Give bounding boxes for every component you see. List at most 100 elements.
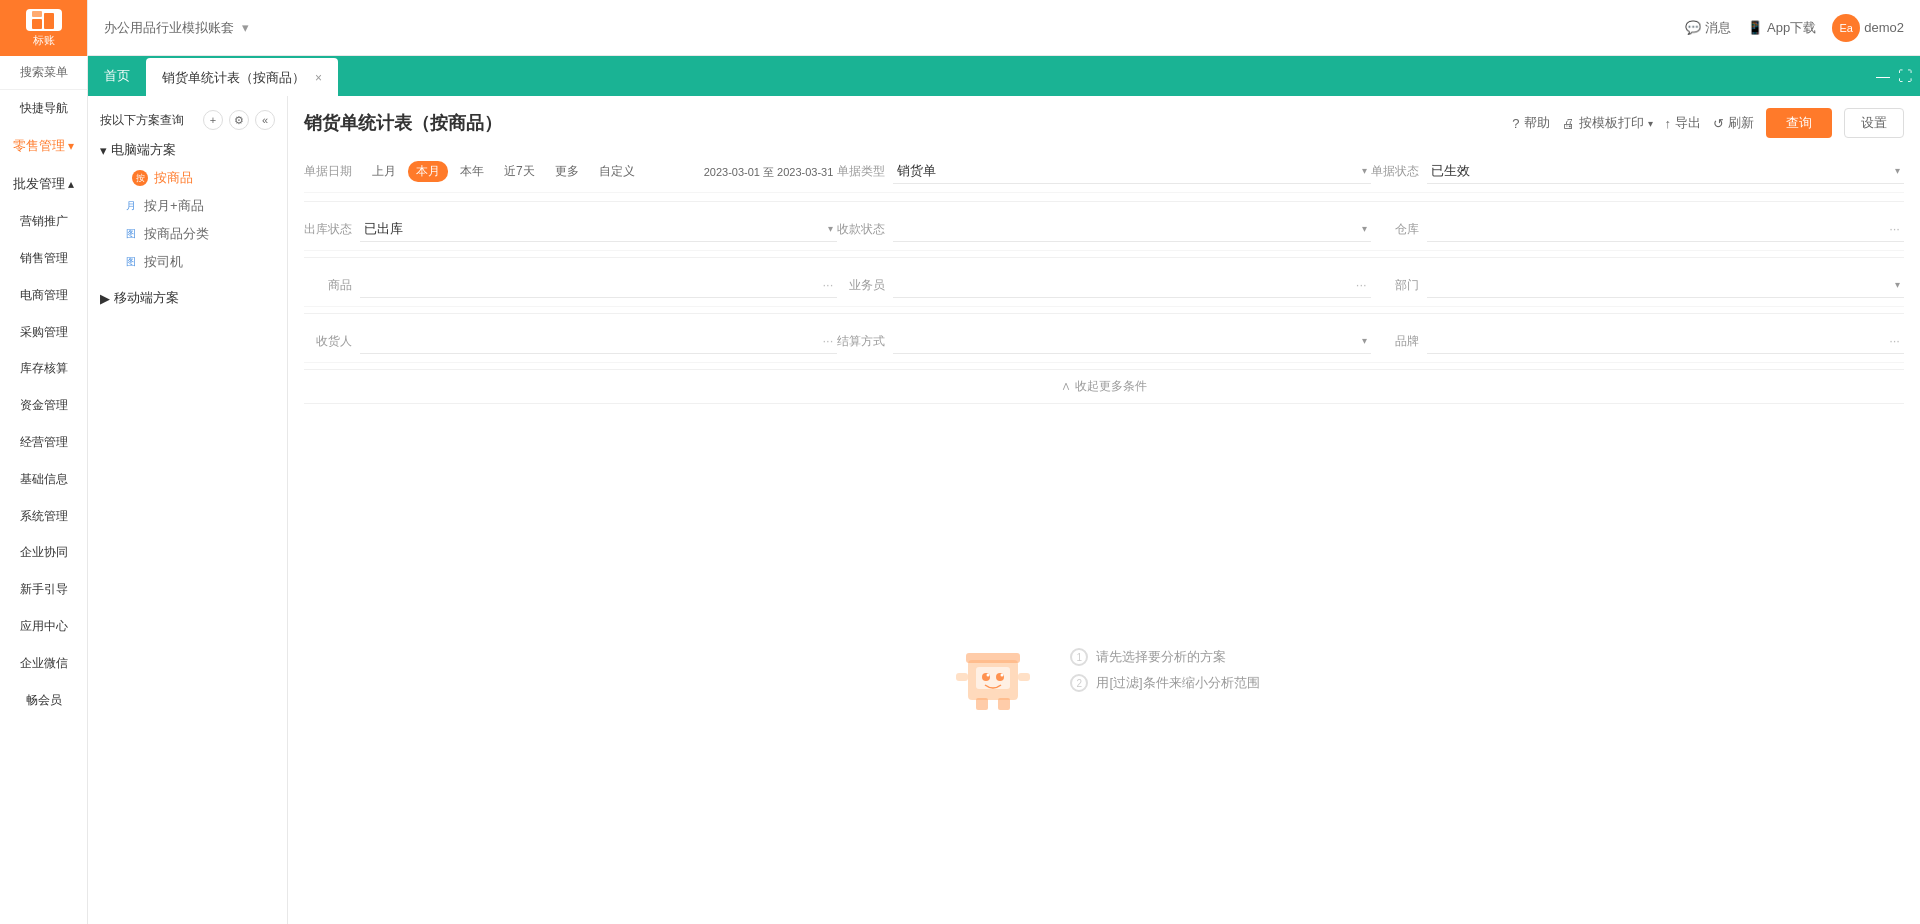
- page-title: 销货单统计表（按商品）: [304, 111, 502, 135]
- tree-item-month-goods[interactable]: 月 按月+商品: [116, 192, 287, 220]
- tab-home[interactable]: 首页: [88, 56, 146, 96]
- out-status-control[interactable]: 已出库 ▾: [360, 216, 837, 242]
- brand-control[interactable]: ···: [1427, 328, 1904, 354]
- tree-item-by-goods[interactable]: 按 按商品: [116, 164, 287, 192]
- doc-status-label: 单据状态: [1371, 163, 1427, 180]
- sidebar-item-basic[interactable]: 基础信息: [0, 461, 87, 498]
- print-icon: 🖨: [1562, 116, 1575, 131]
- refresh-btn[interactable]: ↺ 刷新: [1713, 114, 1754, 132]
- staff-label: 业务员: [837, 277, 893, 294]
- filter-area: 单据日期 上月 本月 本年 近7天 更多 自定义 2023-03-01 至 20…: [288, 138, 1920, 416]
- sidebar-item-ecommerce[interactable]: 电商管理: [0, 277, 87, 314]
- sidebar-item-inventory[interactable]: 库存核算: [0, 350, 87, 387]
- sidebar-item-marketing[interactable]: 营销推广: [0, 203, 87, 240]
- sidebar-item-sales[interactable]: 销售管理: [0, 240, 87, 277]
- collapse-panel-btn[interactable]: «: [255, 110, 275, 130]
- goods-control[interactable]: ···: [360, 272, 837, 298]
- filter-dept: 部门 ▾: [1371, 264, 1904, 307]
- empty-illustration: [948, 625, 1038, 715]
- dept-label: 部门: [1371, 277, 1427, 294]
- filter-date: 单据日期 上月 本月 本年 近7天 更多 自定义 2023-03-01 至 20…: [304, 150, 837, 193]
- dept-control[interactable]: ▾: [1427, 272, 1904, 298]
- message-icon: 💬: [1685, 20, 1701, 35]
- user-avatar: Ea: [1832, 14, 1860, 42]
- help-btn[interactable]: ? 帮助: [1512, 114, 1549, 132]
- sidebar-item-enterprise[interactable]: 企业协同: [0, 534, 87, 571]
- sidebar-item-wholesale[interactable]: 批发管理 ▴: [0, 165, 87, 203]
- main-area: 办公用品行业模拟账套 ▾ 💬 消息 📱 App下载 Ea demo2 首页 销货…: [88, 0, 1920, 924]
- export-btn[interactable]: ↑ 导出: [1665, 114, 1702, 132]
- filter-out-status: 出库状态 已出库 ▾: [304, 208, 837, 251]
- filter-warehouse: 仓库 ···: [1371, 208, 1904, 251]
- date-tab-thisyear[interactable]: 本年: [452, 161, 492, 182]
- sidebar-item-purchase[interactable]: 采购管理: [0, 314, 87, 351]
- payment-control[interactable]: ▾: [893, 328, 1370, 354]
- print-btn[interactable]: 🖨 按模板打印 ▾: [1562, 114, 1653, 132]
- date-tab-lastmonth[interactable]: 上月: [364, 161, 404, 182]
- tree-item-driver[interactable]: 图 按司机: [116, 248, 287, 276]
- message-btn[interactable]: 💬 消息: [1685, 19, 1731, 37]
- tree-mobile-section[interactable]: ▶ 移动端方案: [88, 284, 287, 312]
- empty-step2: 2 用[过滤]条件来缩小分析范围: [1070, 674, 1259, 692]
- filter-doc-type: 单据类型 销货单 ▾: [837, 150, 1370, 193]
- sidebar-item-vip[interactable]: 畅会员: [0, 682, 87, 719]
- recv-status-control[interactable]: ▾: [893, 216, 1370, 242]
- sidebar-item-system[interactable]: 系统管理: [0, 498, 87, 535]
- date-tab-7days[interactable]: 近7天: [496, 161, 543, 182]
- tree-pc-items: 按 按商品 月 按月+商品 图 按商品分类 图 按司机: [88, 164, 287, 276]
- sidebar-item-management[interactable]: 经营管理: [0, 424, 87, 461]
- receiver-control[interactable]: ···: [360, 328, 837, 354]
- staff-control[interactable]: ···: [893, 272, 1370, 298]
- page-actions: ? 帮助 🖨 按模板打印 ▾ ↑ 导出 ↺ 刷新: [1512, 108, 1904, 138]
- top-header: 办公用品行业模拟账套 ▾ 💬 消息 📱 App下载 Ea demo2: [88, 0, 1920, 56]
- date-tab-more[interactable]: 更多: [547, 161, 587, 182]
- recv-status-arrow-icon: ▾: [1362, 223, 1367, 234]
- tab-close-btn[interactable]: ×: [315, 71, 322, 85]
- tree-pc-section[interactable]: ▾ 电脑端方案: [88, 136, 287, 164]
- receiver-dots-icon: ···: [822, 333, 833, 348]
- doc-type-control[interactable]: 销货单 ▾: [893, 158, 1370, 184]
- sidebar-item-appcenter[interactable]: 应用中心: [0, 608, 87, 645]
- settings-btn[interactable]: 设置: [1844, 108, 1904, 138]
- sidebar-item-newuser[interactable]: 新手引导: [0, 571, 87, 608]
- tab-maximize-btn[interactable]: ⛶: [1898, 68, 1912, 84]
- empty-step1: 1 请先选择要分析的方案: [1070, 648, 1226, 666]
- warehouse-control[interactable]: ···: [1427, 216, 1904, 242]
- sidebar-item-wechat[interactable]: 企业微信: [0, 645, 87, 682]
- sidebar-item-retail[interactable]: 零售管理 ▾: [0, 127, 87, 165]
- tree-item-category[interactable]: 图 按商品分类: [116, 220, 287, 248]
- recv-status-label: 收款状态: [837, 221, 893, 238]
- app-download-btn[interactable]: 📱 App下载: [1747, 19, 1816, 37]
- tab-minimize-btn[interactable]: —: [1876, 68, 1890, 84]
- dropdown-arrow-icon[interactable]: ▾: [242, 20, 249, 35]
- user-menu[interactable]: Ea demo2: [1832, 14, 1904, 42]
- date-tab-custom[interactable]: 自定义: [591, 161, 643, 182]
- brand-label: 品牌: [1371, 333, 1427, 350]
- query-btn[interactable]: 查询: [1766, 108, 1832, 138]
- receiver-label: 收货人: [304, 333, 360, 350]
- filter-recv-status: 收款状态 ▾: [837, 208, 1370, 251]
- svg-rect-4: [976, 667, 1010, 689]
- panel-actions: + ⚙ «: [203, 110, 275, 130]
- add-scheme-btn[interactable]: +: [203, 110, 223, 130]
- collapse-filters-btn[interactable]: ∧ 收起更多条件: [304, 370, 1904, 404]
- payment-arrow-icon: ▾: [1362, 335, 1367, 346]
- settings-scheme-btn[interactable]: ⚙: [229, 110, 249, 130]
- date-label: 单据日期: [304, 163, 360, 180]
- doc-status-control[interactable]: 已生效 ▾: [1427, 158, 1904, 184]
- filter-receiver: 收货人 ···: [304, 320, 837, 363]
- tree-mobile-expand-icon: ▶: [100, 291, 110, 306]
- header-left: 办公用品行业模拟账套 ▾: [104, 19, 249, 37]
- sidebar-item-finance[interactable]: 资金管理: [0, 387, 87, 424]
- warehouse-label: 仓库: [1371, 221, 1427, 238]
- filter-staff: 业务员 ···: [837, 264, 1370, 307]
- tab-active[interactable]: 销货单统计表（按商品） ×: [146, 58, 338, 98]
- print-dropdown-icon: ▾: [1648, 118, 1653, 129]
- sub-icon-month: 月: [124, 199, 138, 213]
- warehouse-dots-icon: ···: [1889, 221, 1900, 236]
- sidebar-shortcut[interactable]: 快捷导航: [0, 90, 87, 127]
- search-menu[interactable]: 搜索菜单: [0, 56, 87, 90]
- svg-rect-9: [966, 653, 1020, 663]
- date-tab-thismonth[interactable]: 本月: [408, 161, 448, 182]
- goods-dots-icon: ···: [822, 277, 833, 292]
